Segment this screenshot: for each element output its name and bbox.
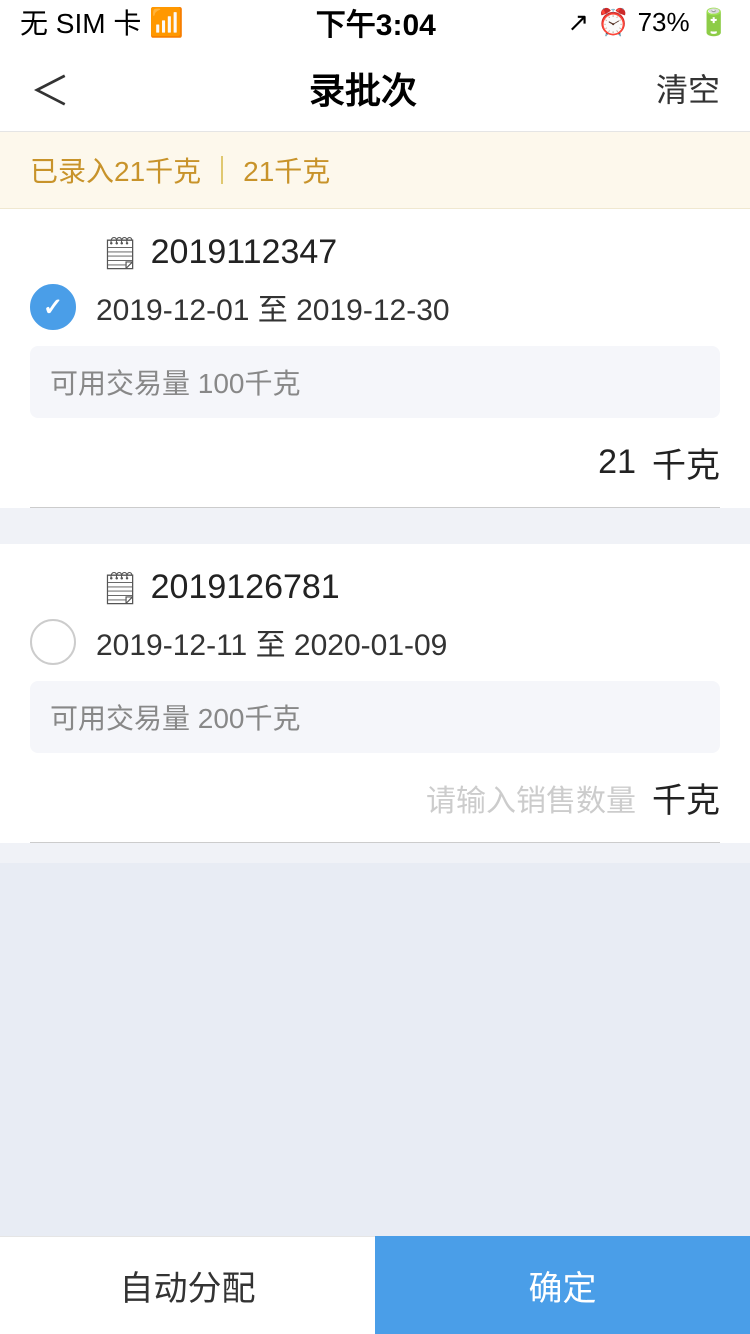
battery-icon: 🔋 [698, 7, 730, 38]
auto-distribute-button[interactable]: 自动分配 [0, 1236, 375, 1334]
no-sim-text: 无 SIM 卡 [20, 2, 141, 42]
batch-qty-unit-1: 千克 [652, 438, 720, 487]
batch-available-2: 可用交易量 200千克 [30, 681, 720, 753]
batch-qty-row-1: 千克 [0, 418, 750, 507]
nav-bar: ＜ 录批次 清空 [0, 44, 750, 132]
batch-qty-row-2: 请输入销售数量 千克 [0, 753, 750, 842]
batch-id-icon-2: 🗒 [100, 569, 141, 607]
bottom-empty-area [0, 863, 750, 1293]
qty-underline-2 [30, 842, 720, 843]
batch-date-2: 2019-12-11 至 2020-01-09 [96, 620, 447, 664]
batch-card-1: 🗒 2019112347 2019-12-01 至 2019-12-30 可用交… [0, 209, 750, 508]
battery-text: 73% [638, 7, 690, 38]
batch-card-2: 🗒 2019126781 2019-12-11 至 2020-01-09 可用交… [0, 544, 750, 843]
separator-1 [0, 528, 750, 544]
summary-divider [221, 156, 223, 184]
batch-qty-placeholder-2: 请输入销售数量 [30, 776, 636, 820]
batch-id-1: 2019112347 [151, 233, 338, 272]
batch-date-1: 2019-12-01 至 2019-12-30 [96, 285, 450, 329]
batch-qty-unit-2: 千克 [652, 773, 720, 822]
back-button[interactable]: ＜ [30, 59, 70, 117]
batch-qty-input-1[interactable] [516, 443, 636, 482]
radio-select-2[interactable] [30, 619, 76, 665]
location-icon: ↗ [567, 7, 589, 38]
bottom-bar: 自动分配 确定 [0, 1236, 750, 1334]
summary-entered-label: 已录入21千克 [30, 150, 201, 190]
batch-id-2: 2019126781 [151, 568, 340, 607]
status-right: ↗ ⏰ 73% 🔋 [567, 7, 730, 38]
radio-select-1[interactable] [30, 284, 76, 330]
page-title: 录批次 [309, 62, 417, 114]
alarm-icon: ⏰ [597, 7, 629, 38]
wifi-icon: 📶 [149, 6, 184, 39]
confirm-button[interactable]: 确定 [375, 1236, 750, 1334]
batch-id-icon-1: 🗒 [100, 234, 141, 272]
summary-amount-label: 21千克 [243, 150, 330, 190]
qty-underline-1 [30, 507, 720, 508]
batch-available-1: 可用交易量 100千克 [30, 346, 720, 418]
clear-button[interactable]: 清空 [656, 65, 720, 111]
status-time: 下午3:04 [316, 0, 436, 44]
status-bar: 无 SIM 卡 📶 下午3:04 ↗ ⏰ 73% 🔋 [0, 0, 750, 44]
status-left: 无 SIM 卡 📶 [20, 2, 184, 42]
summary-banner: 已录入21千克 21千克 [0, 132, 750, 209]
